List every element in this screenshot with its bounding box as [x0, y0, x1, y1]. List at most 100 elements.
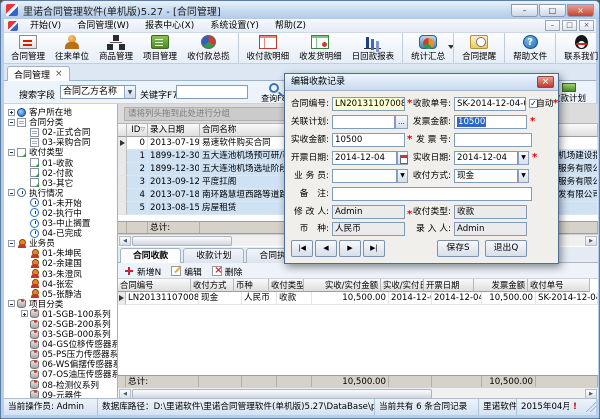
partner-icon [63, 35, 81, 49]
resize-grip[interactable] [586, 402, 596, 412]
column-header[interactable]: 实收/实付金额 [304, 279, 381, 292]
toolbar-button[interactable]: 项目管理 [138, 33, 182, 63]
invoice-no-field[interactable] [454, 133, 532, 147]
toolbar-button[interactable]: 收付款明细 [237, 33, 295, 63]
nav-prev-button[interactable]: ◀ [315, 240, 337, 257]
invoice-date-field[interactable]: 2014-12-04 [332, 151, 397, 165]
plan-browse-button[interactable]: ... [395, 115, 408, 129]
receipt-no-label: 收款单号: [412, 99, 451, 109]
expand-icon[interactable] [21, 310, 28, 318]
mdi-minimize-button[interactable]: – [545, 20, 560, 31]
nav-next-button[interactable]: ▶ [339, 240, 361, 257]
pay-icon [17, 147, 26, 157]
column-header[interactable]: 开票日期 [424, 279, 474, 292]
app-window: 里诺合同管理软件(单机版)5.27 - [合同管理] – □ × 开始(V) 合同… [0, 0, 600, 419]
tree-item[interactable]: 09-元器件 [4, 390, 117, 398]
column-header[interactable]: 收付单号 [528, 279, 590, 292]
calendar-icon[interactable] [397, 151, 408, 165]
qq-icon [574, 35, 588, 49]
tree-item[interactable]: 04-已完成 [4, 228, 117, 239]
record-toolbar-button[interactable]: 编辑 [171, 264, 202, 278]
toolbar-button[interactable]: 往来单位 [50, 33, 94, 63]
row-indicator [118, 189, 127, 202]
chevron-down-icon[interactable]: ▼ [397, 169, 408, 183]
mdi-close-button[interactable]: × [579, 20, 594, 31]
minimize-button[interactable]: – [511, 3, 538, 17]
column-header[interactable]: 收付类型 [269, 279, 304, 292]
tab[interactable]: 收款计划 [183, 248, 245, 263]
amount-field[interactable]: 10500 [332, 133, 405, 147]
column-header[interactable]: 实收/实付日 [381, 279, 424, 292]
clock-icon [17, 188, 26, 198]
menu-item[interactable]: 系统设置(Y) [202, 19, 267, 32]
chevron-down-icon[interactable]: ▼ [518, 169, 529, 183]
column-header[interactable]: 币种 [234, 279, 269, 292]
note-label: 备 注: [299, 189, 329, 199]
app-logo-icon [6, 4, 18, 16]
toolbar-button[interactable]: 日回款报表 [347, 33, 400, 63]
menu-item[interactable]: 开始(V) [22, 19, 69, 32]
tab[interactable]: 合同收款 [120, 248, 182, 263]
column-header[interactable]: 合同编号 [118, 279, 191, 292]
note-field[interactable] [332, 187, 532, 201]
salesman-select[interactable] [332, 169, 397, 183]
globe-icon [17, 107, 26, 117]
maximize-button[interactable]: □ [539, 3, 566, 17]
toolbar-button[interactable]: 合同提醒 [453, 33, 501, 63]
method-select[interactable]: 现金 [454, 169, 518, 183]
keyword-input[interactable] [176, 85, 248, 99]
invoice-amount-field[interactable]: 10500 [454, 115, 527, 129]
clock-icon [30, 228, 39, 238]
record-toolbar-button[interactable]: 新增N [124, 264, 161, 278]
receipt-table-header: 合同编号 收付方式 币种 收付类型 实收/实付金额 实收/实付日 开票日期 发票金额 收付单号 [118, 279, 598, 292]
column-header-id[interactable]: ID ▽ [127, 124, 148, 137]
plan-field[interactable] [332, 115, 395, 129]
column-header[interactable]: 收付方式 [191, 279, 234, 292]
expand-icon[interactable] [8, 189, 15, 197]
dialog-title[interactable]: 编辑收款记录 [285, 74, 558, 91]
toolbar-button[interactable]: 合同管理 [6, 33, 50, 63]
column-header-date[interactable]: 录入日期 [148, 124, 200, 137]
contract-no-field[interactable]: LN201311070083 [332, 97, 405, 111]
tab-contract-management[interactable]: 合同管理 × [7, 66, 70, 81]
dialog-close-button[interactable]: × [537, 76, 554, 88]
chevron-down-icon[interactable]: ▼ [124, 86, 135, 98]
salesman-label: 业 务 员: [294, 171, 329, 181]
record-toolbar-button[interactable]: 删除 [211, 264, 242, 278]
scroll-left-icon[interactable]: ◀ [119, 236, 131, 246]
nav-last-button[interactable]: ▶| [363, 240, 385, 257]
toolbar-button[interactable]: 统计汇总 [402, 33, 455, 63]
expand-icon[interactable] [8, 108, 15, 116]
toolbar-button[interactable]: 收付款总揽 [182, 33, 235, 63]
tab-close-icon[interactable]: × [55, 69, 63, 79]
expand-icon[interactable] [8, 300, 15, 308]
expand-icon[interactable] [8, 148, 15, 156]
scroll-thumb[interactable] [132, 236, 232, 246]
scroll-right-icon[interactable]: ▶ [585, 236, 597, 246]
category-tree: 客户所在地 合同分类 02-正式合同 03-采购合同 收付类型 01-收款 02… [4, 104, 118, 398]
close-button[interactable]: × [567, 3, 594, 17]
nav-first-button[interactable]: |◀ [291, 240, 313, 257]
menu-item[interactable]: 合同管理(W) [69, 19, 137, 32]
menu-item[interactable]: 帮助(Z) [267, 19, 314, 32]
receive-date-field[interactable]: 2014-12-04 [454, 151, 518, 165]
receipt-table-row[interactable]: LN201311070083 现金 人民币 收款 10,500.00 2014-… [118, 292, 598, 305]
save-button[interactable]: 保存S [437, 240, 479, 257]
search-field-select[interactable]: 合同乙方名称 ▼ [60, 85, 136, 99]
exit-button[interactable]: 退出Q [485, 240, 527, 257]
menu-item[interactable]: 报表中心(X) [137, 19, 202, 32]
edit-icon [171, 266, 182, 276]
receipt-no-field[interactable]: SK-2014-12-04-0001 [454, 97, 526, 111]
expand-icon[interactable] [8, 118, 15, 126]
modifier-field: Admin [332, 205, 405, 219]
chevron-down-icon[interactable]: ▼ [518, 151, 529, 165]
sort-icon[interactable]: ▽ [140, 124, 145, 136]
toolbar-button[interactable]: 收发货明细 [294, 33, 347, 63]
mdi-restore-button[interactable]: □ [562, 20, 577, 31]
toolbar-button[interactable]: 联系我们 [555, 33, 599, 63]
column-header[interactable]: 发票金额 [474, 279, 528, 292]
toolbar-button[interactable]: 帮助文件 [504, 33, 552, 63]
status-brand: 里诺软件 [479, 399, 517, 415]
expand-icon[interactable] [8, 239, 15, 247]
toolbar-button[interactable]: 商品管理 [94, 33, 138, 63]
